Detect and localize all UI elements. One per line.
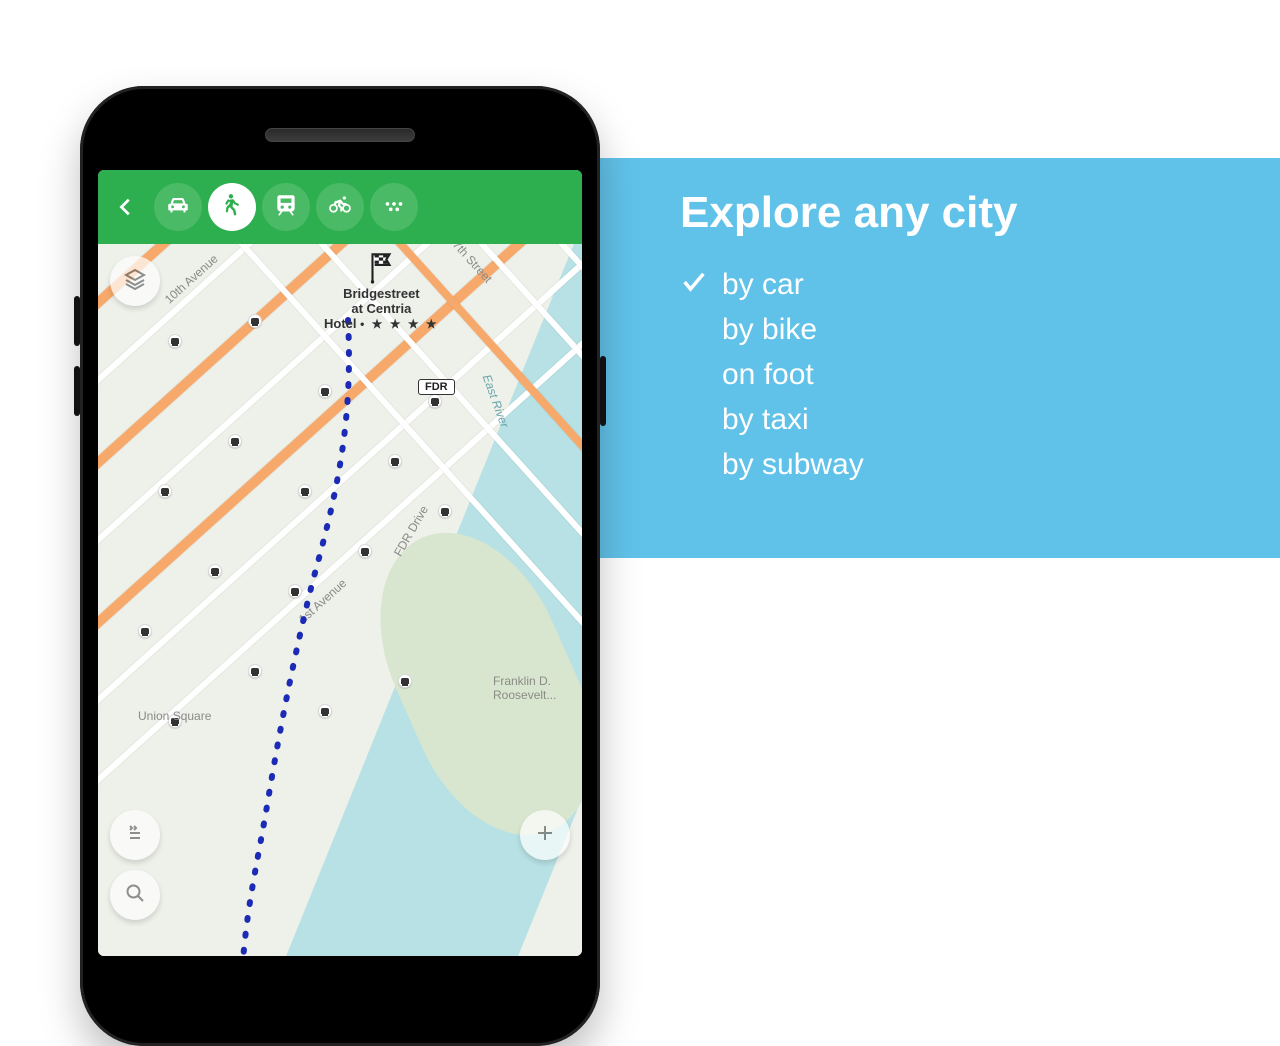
phone-volume-down bbox=[74, 366, 80, 416]
map-canvas[interactable]: 10th Avenue East 57th Street East River … bbox=[98, 244, 582, 956]
search-icon bbox=[123, 881, 147, 910]
promo-item-label: on foot bbox=[722, 358, 814, 391]
transit-stop-icon bbox=[158, 484, 172, 498]
transit-stop-icon bbox=[288, 584, 302, 598]
route-shield: FDR bbox=[418, 379, 455, 395]
phone-power-button bbox=[600, 356, 606, 426]
promo-item-label: by taxi bbox=[722, 403, 809, 436]
promo-item: on foot bbox=[680, 352, 1280, 397]
transit-stop-icon bbox=[168, 334, 182, 348]
transit-stop-icon bbox=[208, 564, 222, 578]
transit-stop-icon bbox=[318, 704, 332, 718]
promo-list: by car by bike on foot by taxi by subway bbox=[680, 262, 1280, 487]
car-icon bbox=[165, 192, 191, 223]
bike-icon bbox=[327, 192, 353, 223]
place-label: Franklin D. bbox=[493, 674, 551, 688]
promo-item-label: by bike bbox=[722, 313, 817, 346]
mode-walk[interactable] bbox=[208, 183, 256, 231]
promo-item: by taxi bbox=[680, 397, 1280, 442]
transit-stop-icon bbox=[398, 674, 412, 688]
destination-marker[interactable]: Bridgestreet at Centria Hotel • ★ ★ ★ ★ bbox=[324, 250, 439, 332]
back-button[interactable] bbox=[106, 187, 146, 227]
destination-name-line: at Centria bbox=[351, 301, 411, 316]
destination-name-line: Bridgestreet bbox=[343, 286, 420, 301]
bookmarks-button[interactable] bbox=[110, 810, 160, 860]
promo-item: by subway bbox=[680, 442, 1280, 487]
bookmarks-icon bbox=[123, 821, 147, 850]
mode-bike[interactable] bbox=[316, 183, 364, 231]
transit-stop-icon bbox=[248, 314, 262, 328]
transport-mode-group bbox=[154, 183, 418, 231]
place-label: Roosevelt... bbox=[493, 688, 556, 702]
promo-item-label: by subway bbox=[722, 448, 864, 481]
app-topbar bbox=[98, 170, 582, 244]
taxi-icon bbox=[381, 192, 407, 223]
train-icon bbox=[273, 192, 299, 223]
plus-icon bbox=[533, 821, 557, 850]
transit-stop-icon bbox=[318, 384, 332, 398]
destination-name-line: Hotel bbox=[324, 316, 357, 331]
phone-volume-up bbox=[74, 296, 80, 346]
transit-stop-icon bbox=[248, 664, 262, 678]
search-button[interactable] bbox=[110, 870, 160, 920]
transit-stop-icon bbox=[388, 454, 402, 468]
transit-stop-icon bbox=[358, 544, 372, 558]
destination-rating: • ★ ★ ★ ★ bbox=[360, 317, 439, 331]
mode-transit[interactable] bbox=[262, 183, 310, 231]
promo-item-label: by car bbox=[722, 268, 804, 301]
phone-frame: 10th Avenue East 57th Street East River … bbox=[80, 86, 600, 1046]
promo-headline: Explore any city bbox=[680, 188, 1280, 238]
phone-speaker bbox=[265, 128, 415, 142]
phone-screen: 10th Avenue East 57th Street East River … bbox=[98, 170, 582, 956]
transit-stop-icon bbox=[298, 484, 312, 498]
street-label: 1st Avenue bbox=[296, 576, 349, 626]
transit-stop-icon bbox=[428, 394, 442, 408]
promo-item: by bike bbox=[680, 307, 1280, 352]
transit-stop-icon bbox=[228, 434, 242, 448]
place-label: Union Square bbox=[138, 709, 211, 723]
mode-car[interactable] bbox=[154, 183, 202, 231]
layers-icon bbox=[123, 267, 147, 296]
transit-stop-icon bbox=[438, 504, 452, 518]
destination-name: Bridgestreet at Centria Hotel • ★ ★ ★ ★ bbox=[324, 287, 439, 332]
check-icon bbox=[680, 264, 708, 292]
promo-band: Explore any city by car by bike on foot … bbox=[540, 158, 1280, 558]
transit-stop-icon bbox=[138, 624, 152, 638]
layers-button[interactable] bbox=[110, 256, 160, 306]
walk-icon bbox=[219, 192, 245, 223]
promo-item: by car bbox=[680, 262, 1280, 307]
mode-taxi[interactable] bbox=[370, 183, 418, 231]
zoom-in-button[interactable] bbox=[520, 810, 570, 860]
